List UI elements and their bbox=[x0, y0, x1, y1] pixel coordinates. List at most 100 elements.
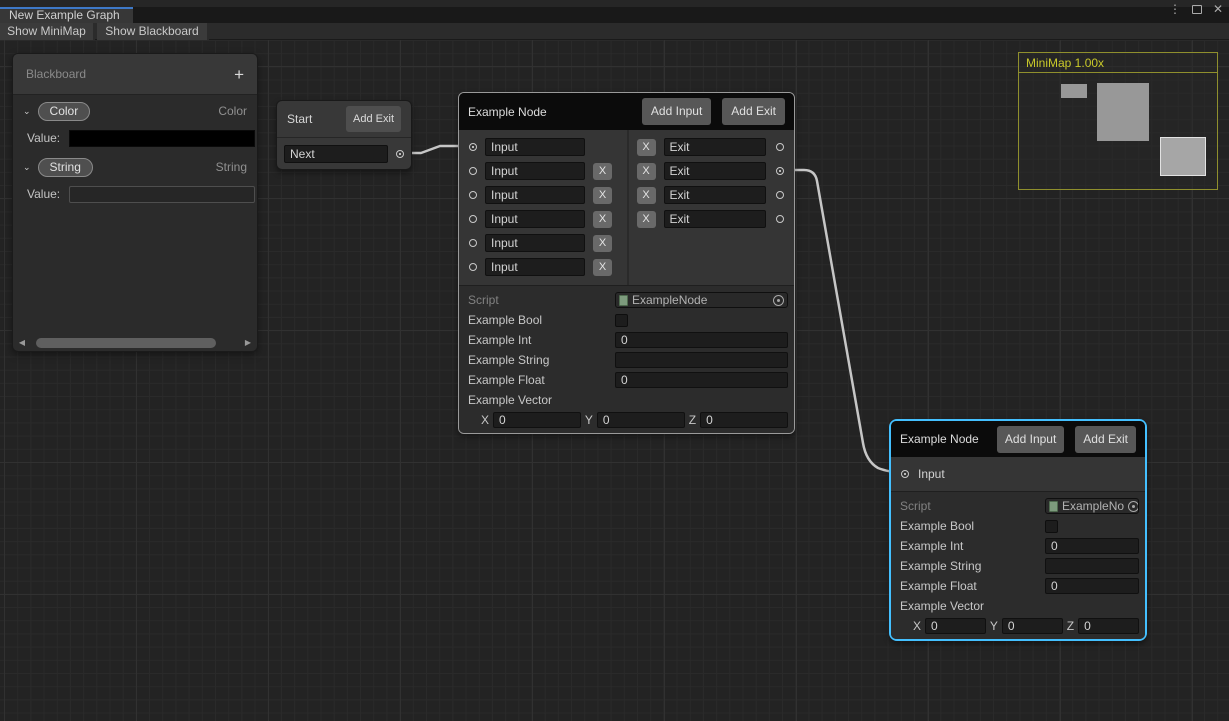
show-blackboard-button[interactable]: Show Blackboard bbox=[97, 23, 209, 40]
delete-input-button[interactable]: X bbox=[593, 234, 612, 252]
y-label: Y bbox=[989, 619, 998, 633]
delete-exit-button[interactable]: X bbox=[636, 210, 656, 228]
add-input-button[interactable]: Add Input bbox=[996, 425, 1065, 453]
chevron-down-icon[interactable]: ⌄ bbox=[23, 106, 31, 117]
input-port[interactable] bbox=[469, 215, 477, 223]
node1-titlebar[interactable]: Example Node Add Input Add Exit bbox=[459, 93, 794, 130]
bool-checkbox[interactable] bbox=[615, 313, 628, 327]
blackboard-panel[interactable]: Blackboard + ⌄ Color Color Value: ⌄ Stri… bbox=[12, 53, 258, 352]
int-field[interactable]: 0 bbox=[1045, 538, 1139, 554]
exit-name-field[interactable]: Next bbox=[284, 144, 388, 163]
delete-exit-button[interactable]: X bbox=[636, 162, 656, 180]
float-field[interactable]: 0 bbox=[615, 372, 788, 388]
color-swatch-field[interactable] bbox=[69, 129, 255, 147]
input-name-field[interactable]: Input bbox=[485, 138, 585, 156]
delete-input-button[interactable]: X bbox=[593, 258, 612, 276]
maximize-icon[interactable] bbox=[1191, 4, 1202, 14]
show-minimap-button[interactable]: Show MiniMap bbox=[0, 23, 95, 40]
input-row: Input X bbox=[459, 255, 627, 279]
input-name-field[interactable]: Input bbox=[485, 186, 585, 204]
color-value-row: Value: bbox=[13, 125, 257, 151]
input-port[interactable] bbox=[901, 470, 909, 478]
minimap-title: MiniMap 1.00x bbox=[1019, 53, 1217, 73]
input-name-field[interactable]: Input bbox=[485, 210, 585, 228]
z-field[interactable]: 0 bbox=[700, 412, 788, 428]
string-type-label: String bbox=[215, 160, 247, 174]
delete-exit-button[interactable]: X bbox=[636, 186, 656, 204]
bool-checkbox[interactable] bbox=[1045, 519, 1058, 533]
int-label: Example Int bbox=[900, 539, 964, 553]
string-property-pill[interactable]: String bbox=[37, 157, 93, 177]
add-exit-button[interactable]: Add Exit bbox=[1075, 425, 1136, 453]
scroll-right-icon[interactable]: ▶ bbox=[242, 336, 254, 349]
int-field[interactable]: 0 bbox=[615, 332, 788, 348]
script-object-name: ExampleNo bbox=[1062, 499, 1125, 513]
input-port[interactable] bbox=[469, 143, 477, 151]
delete-input-button[interactable]: X bbox=[593, 186, 612, 204]
example-node-1[interactable]: Example Node Add Input Add Exit Input In… bbox=[458, 92, 795, 434]
chevron-down-icon[interactable]: ⌄ bbox=[23, 162, 31, 173]
input-name-field[interactable]: Input bbox=[485, 162, 585, 180]
tab-new-example-graph[interactable]: New Example Graph bbox=[0, 7, 133, 23]
output-port[interactable] bbox=[776, 143, 784, 151]
input-name-field[interactable]: Input bbox=[485, 234, 585, 252]
node2-titlebar[interactable]: Example Node Add Input Add Exit bbox=[891, 421, 1145, 457]
input-row: Input X bbox=[459, 207, 627, 231]
delete-input-button[interactable]: X bbox=[593, 162, 612, 180]
exit-name-field[interactable]: Exit bbox=[663, 162, 766, 180]
color-type-label: Color bbox=[218, 104, 247, 118]
more-icon[interactable]: ⋮ bbox=[1169, 2, 1181, 16]
add-exit-button[interactable]: Add Exit bbox=[346, 106, 401, 132]
exit-name-field[interactable]: Exit bbox=[663, 138, 766, 156]
input-port[interactable] bbox=[469, 167, 477, 175]
start-node-exit-row: Next bbox=[277, 137, 411, 169]
y-field[interactable]: 0 bbox=[1001, 618, 1063, 634]
output-port[interactable] bbox=[776, 215, 784, 223]
add-property-button[interactable]: + bbox=[234, 66, 244, 83]
delete-exit-button[interactable]: X bbox=[636, 138, 656, 156]
delete-input-button[interactable]: X bbox=[593, 210, 612, 228]
output-port[interactable] bbox=[776, 191, 784, 199]
string-label: Example String bbox=[468, 353, 550, 367]
z-field[interactable]: 0 bbox=[1078, 618, 1139, 634]
exit-name-field[interactable]: Exit bbox=[663, 186, 766, 204]
minimap-panel[interactable]: MiniMap 1.00x bbox=[1018, 52, 1218, 190]
horizontal-scrollbar[interactable]: ◀ ▶ bbox=[16, 336, 254, 349]
scroll-left-icon[interactable]: ◀ bbox=[16, 336, 28, 349]
string-value-row: Value: bbox=[13, 181, 257, 207]
example-node-2-selected[interactable]: Example Node Add Input Add Exit Input Sc… bbox=[889, 419, 1147, 641]
start-node[interactable]: Start Add Exit Next bbox=[276, 100, 412, 170]
input-port[interactable] bbox=[469, 239, 477, 247]
script-object-name: ExampleNode bbox=[632, 293, 708, 307]
x-field[interactable]: 0 bbox=[925, 618, 986, 634]
input-label: Input bbox=[918, 467, 945, 481]
input-port[interactable] bbox=[469, 263, 477, 271]
y-field[interactable]: 0 bbox=[596, 412, 685, 428]
string-value-field[interactable] bbox=[69, 185, 255, 203]
exit-name-field[interactable]: Exit bbox=[663, 210, 766, 228]
float-field[interactable]: 0 bbox=[1045, 578, 1139, 594]
script-object-field[interactable]: ExampleNo bbox=[1045, 498, 1139, 514]
scrollbar-track[interactable] bbox=[28, 337, 242, 348]
close-icon[interactable]: ✕ bbox=[1213, 2, 1223, 16]
color-property-pill[interactable]: Color bbox=[37, 101, 91, 121]
output-port[interactable] bbox=[396, 149, 404, 158]
input-name-field[interactable]: Input bbox=[485, 258, 585, 276]
start-node-titlebar[interactable]: Start Add Exit bbox=[277, 101, 411, 137]
object-picker-icon[interactable] bbox=[1128, 500, 1138, 512]
add-input-button[interactable]: Add Input bbox=[641, 98, 712, 125]
bool-row: Example Bool bbox=[897, 516, 1139, 536]
object-picker-icon[interactable] bbox=[773, 294, 784, 306]
input-port[interactable] bbox=[469, 191, 477, 199]
output-port[interactable] bbox=[776, 167, 784, 175]
scrollbar-thumb[interactable] bbox=[36, 337, 216, 348]
node1-exit-column: X Exit X Exit X Exit X Exit bbox=[627, 135, 795, 231]
add-exit-button[interactable]: Add Exit bbox=[722, 98, 785, 125]
string-field[interactable] bbox=[615, 352, 788, 368]
string-field[interactable] bbox=[1045, 558, 1139, 574]
exit-row: X Exit bbox=[627, 135, 795, 159]
x-field[interactable]: 0 bbox=[493, 412, 581, 428]
script-object-field[interactable]: ExampleNode bbox=[615, 292, 788, 308]
value-label: Value: bbox=[27, 131, 61, 145]
float-label: Example Float bbox=[900, 579, 977, 593]
